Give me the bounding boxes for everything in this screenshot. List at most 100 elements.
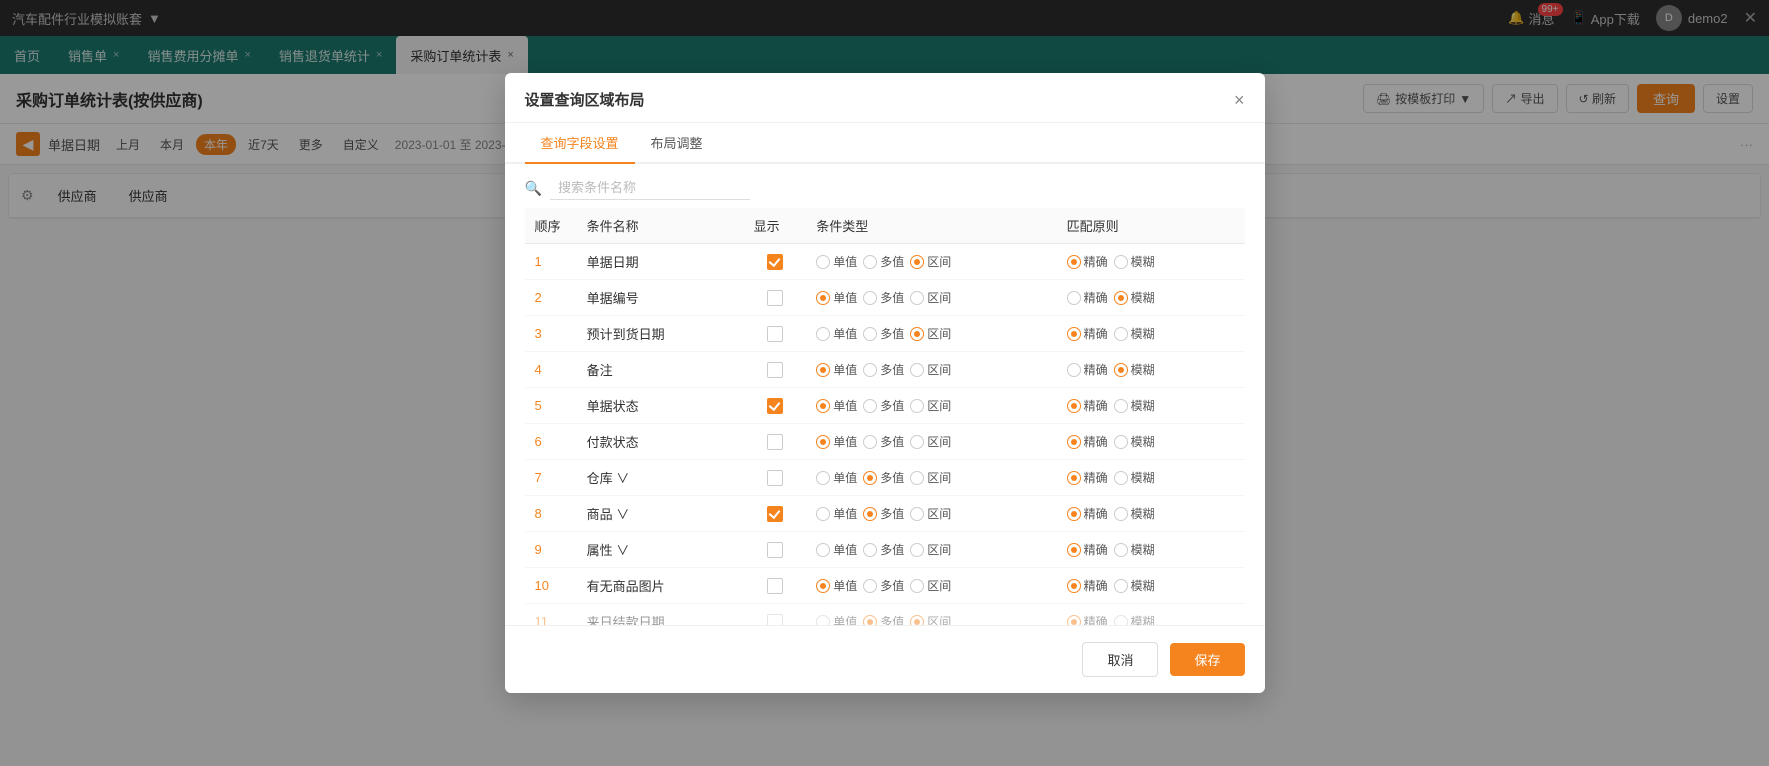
show-checkbox[interactable]: [767, 326, 783, 342]
radio-dot[interactable]: [816, 435, 830, 449]
row-show-cell[interactable]: [744, 424, 807, 460]
match-radio-option[interactable]: 模糊: [1114, 253, 1155, 270]
radio-dot[interactable]: [1067, 615, 1081, 626]
radio-dot[interactable]: [910, 435, 924, 449]
radio-dot[interactable]: [1067, 399, 1081, 413]
row-show-cell[interactable]: [744, 532, 807, 568]
radio-dot[interactable]: [910, 327, 924, 341]
radio-dot[interactable]: [816, 543, 830, 557]
match-radio-option[interactable]: 精确: [1067, 325, 1108, 342]
type-radio-option[interactable]: 区间: [910, 289, 951, 306]
radio-dot[interactable]: [863, 327, 877, 341]
show-checkbox[interactable]: [767, 470, 783, 486]
match-radio-option[interactable]: 模糊: [1114, 289, 1155, 306]
radio-dot[interactable]: [1114, 507, 1128, 521]
type-radio-option[interactable]: 多值: [863, 613, 904, 625]
radio-dot[interactable]: [863, 435, 877, 449]
radio-dot[interactable]: [1114, 327, 1128, 341]
cancel-button[interactable]: 取消: [1082, 642, 1158, 677]
match-radio-option[interactable]: 精确: [1067, 577, 1108, 594]
radio-dot[interactable]: [816, 363, 830, 377]
radio-dot[interactable]: [863, 507, 877, 521]
show-checkbox[interactable]: [767, 290, 783, 306]
type-radio-option[interactable]: 区间: [910, 505, 951, 522]
row-show-cell[interactable]: [744, 244, 807, 280]
show-checkbox[interactable]: [767, 362, 783, 378]
radio-dot[interactable]: [1067, 507, 1081, 521]
row-show-cell[interactable]: [744, 388, 807, 424]
match-radio-option[interactable]: 精确: [1067, 613, 1108, 625]
match-radio-option[interactable]: 模糊: [1114, 505, 1155, 522]
radio-dot[interactable]: [816, 255, 830, 269]
match-radio-option[interactable]: 模糊: [1114, 577, 1155, 594]
radio-dot[interactable]: [910, 579, 924, 593]
radio-dot[interactable]: [863, 579, 877, 593]
radio-dot[interactable]: [1114, 435, 1128, 449]
search-input[interactable]: [550, 176, 750, 200]
match-radio-option[interactable]: 精确: [1067, 289, 1108, 306]
match-radio-option[interactable]: 模糊: [1114, 361, 1155, 378]
type-radio-option[interactable]: 多值: [863, 397, 904, 414]
radio-dot[interactable]: [910, 615, 924, 626]
type-radio-option[interactable]: 单值: [816, 613, 857, 625]
match-radio-option[interactable]: 模糊: [1114, 325, 1155, 342]
match-radio-option[interactable]: 精确: [1067, 541, 1108, 558]
type-radio-option[interactable]: 多值: [863, 433, 904, 450]
type-radio-option[interactable]: 多值: [863, 505, 904, 522]
type-radio-option[interactable]: 区间: [910, 325, 951, 342]
radio-dot[interactable]: [1114, 363, 1128, 377]
type-radio-option[interactable]: 单值: [816, 289, 857, 306]
radio-dot[interactable]: [1067, 363, 1081, 377]
radio-dot[interactable]: [1114, 291, 1128, 305]
radio-dot[interactable]: [1067, 291, 1081, 305]
save-button[interactable]: 保存: [1170, 643, 1244, 676]
radio-dot[interactable]: [1114, 255, 1128, 269]
type-radio-option[interactable]: 单值: [816, 253, 857, 270]
match-radio-option[interactable]: 精确: [1067, 397, 1108, 414]
radio-dot[interactable]: [1114, 615, 1128, 626]
type-radio-option[interactable]: 区间: [910, 433, 951, 450]
radio-dot[interactable]: [863, 543, 877, 557]
radio-dot[interactable]: [910, 471, 924, 485]
radio-dot[interactable]: [910, 255, 924, 269]
radio-dot[interactable]: [816, 471, 830, 485]
radio-dot[interactable]: [1067, 327, 1081, 341]
match-radio-option[interactable]: 精确: [1067, 469, 1108, 486]
match-radio-option[interactable]: 模糊: [1114, 541, 1155, 558]
radio-dot[interactable]: [1067, 435, 1081, 449]
match-radio-option[interactable]: 精确: [1067, 253, 1108, 270]
radio-dot[interactable]: [1067, 579, 1081, 593]
match-radio-option[interactable]: 精确: [1067, 361, 1108, 378]
radio-dot[interactable]: [910, 507, 924, 521]
show-checkbox[interactable]: [767, 578, 783, 594]
match-radio-option[interactable]: 模糊: [1114, 397, 1155, 414]
row-show-cell[interactable]: [744, 316, 807, 352]
match-radio-option[interactable]: 模糊: [1114, 613, 1155, 625]
type-radio-option[interactable]: 单值: [816, 505, 857, 522]
type-radio-option[interactable]: 多值: [863, 361, 904, 378]
radio-dot[interactable]: [1114, 543, 1128, 557]
radio-dot[interactable]: [910, 399, 924, 413]
show-checkbox[interactable]: [767, 434, 783, 450]
modal-close-button[interactable]: ×: [1234, 91, 1245, 109]
type-radio-option[interactable]: 单值: [816, 397, 857, 414]
show-checkbox[interactable]: [767, 614, 783, 625]
type-radio-option[interactable]: 区间: [910, 253, 951, 270]
match-radio-option[interactable]: 精确: [1067, 433, 1108, 450]
show-checkbox[interactable]: [767, 506, 783, 522]
radio-dot[interactable]: [863, 399, 877, 413]
type-radio-option[interactable]: 多值: [863, 325, 904, 342]
type-radio-option[interactable]: 区间: [910, 577, 951, 594]
type-radio-option[interactable]: 区间: [910, 541, 951, 558]
radio-dot[interactable]: [1067, 543, 1081, 557]
row-show-cell[interactable]: [744, 604, 807, 626]
match-radio-option[interactable]: 模糊: [1114, 469, 1155, 486]
radio-dot[interactable]: [816, 579, 830, 593]
show-checkbox[interactable]: [767, 398, 783, 414]
row-show-cell[interactable]: [744, 352, 807, 388]
radio-dot[interactable]: [863, 471, 877, 485]
row-show-cell[interactable]: [744, 568, 807, 604]
show-checkbox[interactable]: [767, 542, 783, 558]
radio-dot[interactable]: [1114, 399, 1128, 413]
row-show-cell[interactable]: [744, 496, 807, 532]
